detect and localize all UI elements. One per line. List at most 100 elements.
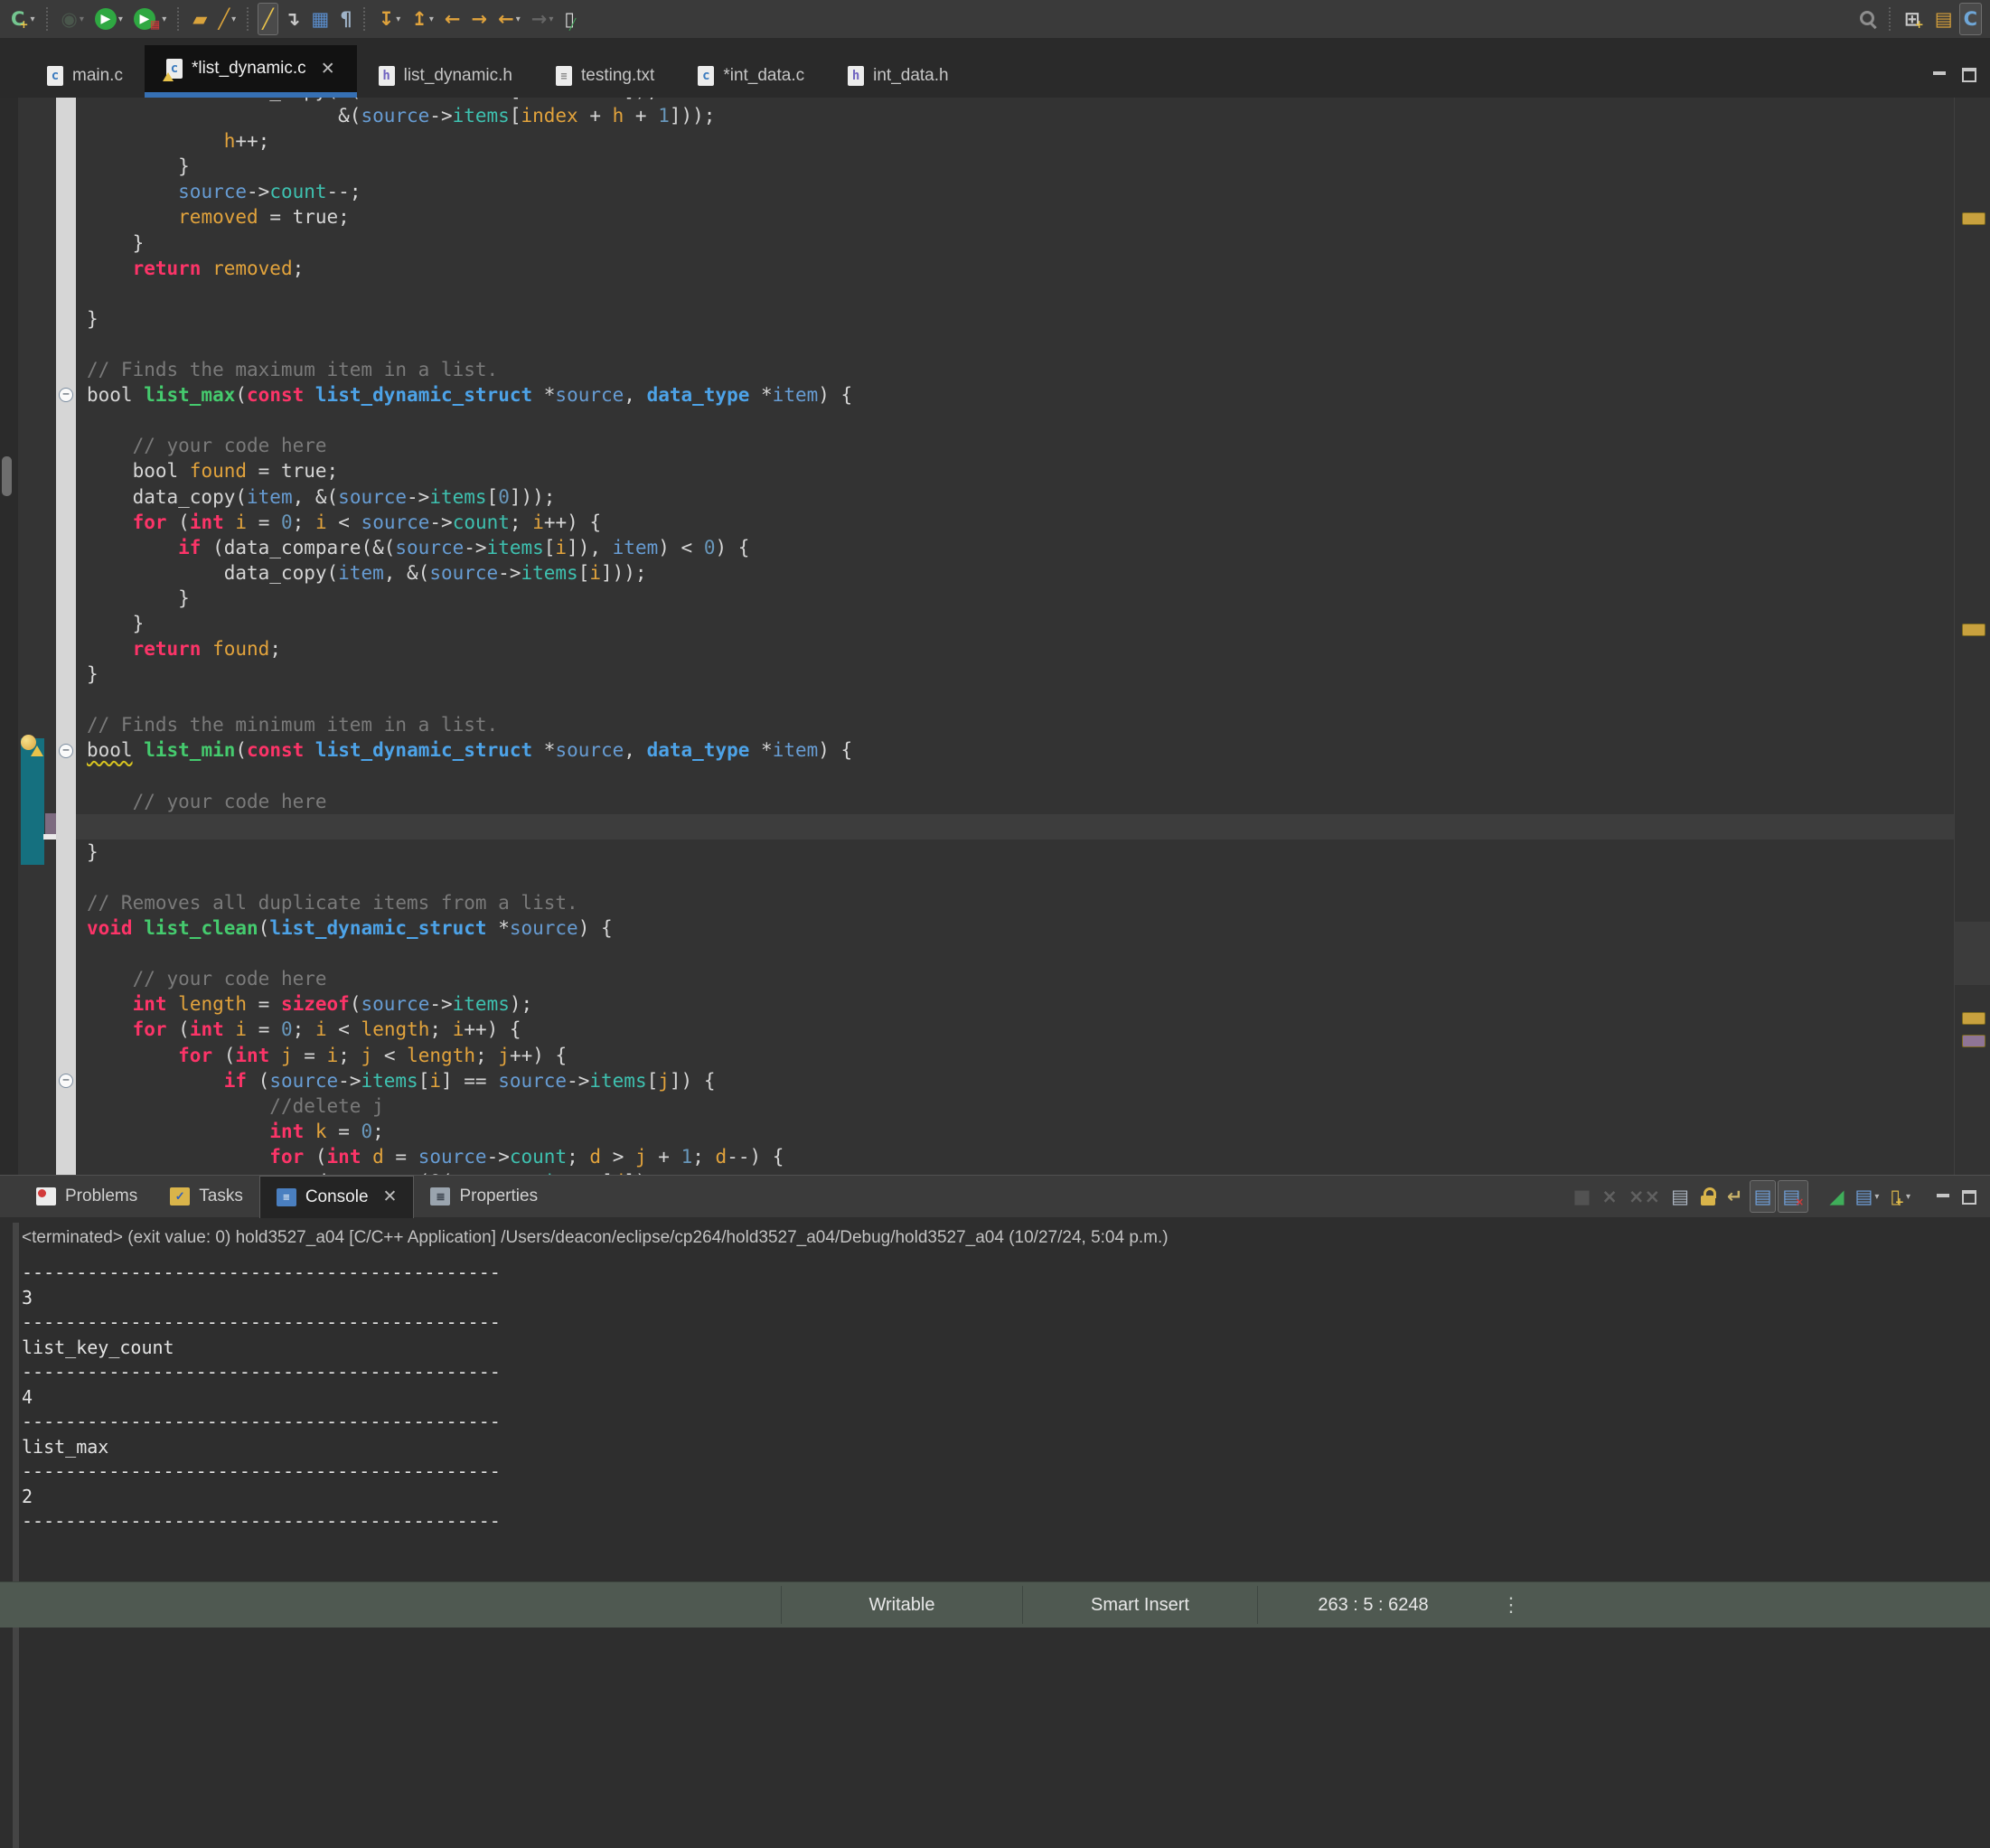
tab-label: *int_data.c: [723, 66, 805, 85]
open-task-icon[interactable]: ▰: [188, 3, 211, 35]
close-console-tab-icon[interactable]: ✕: [383, 1187, 398, 1207]
new-text-file-icon[interactable]: ▯ ╱: [559, 3, 580, 35]
minimize-editor-icon[interactable]: [1932, 67, 1947, 81]
back-icon[interactable]: ← ▾: [493, 3, 525, 35]
dropdown-arrow-icon[interactable]: ▾: [30, 14, 34, 24]
c-file-icon: c: [47, 66, 63, 86]
code-line: }: [87, 231, 145, 254]
mark-occurrences-icon[interactable]: ╱: [258, 3, 278, 35]
dropdown-arrow-icon[interactable]: ▾: [118, 14, 123, 24]
warning-lightbulb-icon[interactable]: [20, 733, 43, 756]
go-to-last-edit-icon[interactable]: ↥ ▾: [407, 3, 438, 35]
dropdown-arrow-icon[interactable]: ▾: [1906, 1192, 1910, 1202]
tab-main-c[interactable]: c main.c: [25, 54, 145, 98]
maximize-console-icon[interactable]: [1957, 1180, 1980, 1213]
code-viewport[interactable]: data_copy(&(source->items[index + h]), &…: [76, 98, 1954, 1175]
code-line: for (int d = source->count; d > j + 1; d…: [269, 1145, 784, 1168]
clear-console-icon[interactable]: ▤: [1666, 1180, 1694, 1213]
show-on-stdout-icon[interactable]: ▤: [1749, 1180, 1777, 1213]
open-console-icon[interactable]: ▯ + ▾: [1885, 1180, 1915, 1213]
back-history-icon[interactable]: ←: [440, 3, 465, 35]
show-on-stderr-icon[interactable]: ▤ ×: [1778, 1180, 1809, 1213]
dropdown-arrow-icon[interactable]: ▾: [162, 14, 166, 24]
code-line: return found;: [132, 638, 281, 661]
tab-int-data-c[interactable]: c *int_data.c: [676, 54, 826, 98]
folding-ruler[interactable]: − − −: [56, 98, 76, 1175]
code-text: data_copy(&(source->items[index + h]), &…: [76, 98, 1954, 1175]
forward-history-glyph: →: [471, 8, 488, 30]
profile-badge: ▦: [149, 18, 161, 31]
profile-icon[interactable]: ▶ ▦ ▾: [129, 3, 171, 35]
editor-area[interactable]: − − − data_copy(&(source->items[index + h]…: [0, 98, 1990, 1175]
console-tab-properties[interactable]: ≣ Properties: [414, 1176, 554, 1217]
code-line: void list_clean(list_dynamic_struct *sou…: [87, 917, 613, 940]
forward-history-icon[interactable]: →: [467, 3, 493, 35]
next-annotation-icon[interactable]: ↴: [280, 3, 305, 35]
console-output-line: ----------------------------------------…: [22, 1311, 501, 1333]
remove-launch-icon: ×: [1597, 1180, 1622, 1213]
cpp-perspective-icon[interactable]: C: [1958, 3, 1982, 35]
annotate-pen-icon[interactable]: ╱ ▾: [213, 3, 240, 35]
show-whitespace-icon[interactable]: ¶: [335, 3, 356, 35]
warning-marker[interactable]: [1962, 212, 1985, 225]
run-icon[interactable]: ▶ ▾: [90, 3, 127, 35]
debug-icon: ◉ ▾: [57, 3, 89, 35]
status-insert-mode[interactable]: Smart Insert: [1023, 1582, 1257, 1628]
dropdown-arrow-icon[interactable]: ▾: [1874, 1192, 1879, 1202]
toolbar-separator: [1889, 7, 1893, 31]
occurrence-marker[interactable]: [1962, 1035, 1985, 1047]
code-line: // Removes all duplicate items from a li…: [87, 892, 578, 914]
status-spacer: [0, 1582, 781, 1628]
search-icon[interactable]: [1854, 3, 1882, 35]
dropdown-arrow-icon[interactable]: ▾: [80, 14, 84, 24]
fold-collapse-icon[interactable]: −: [59, 388, 73, 403]
status-cursor-position[interactable]: 263 : 5 : 6248: [1258, 1582, 1488, 1628]
left-scroll-handle[interactable]: [2, 456, 12, 496]
scroll-lock-icon[interactable]: [1695, 1180, 1721, 1213]
tab-list-dynamic-c[interactable]: c *list_dynamic.c ✕: [144, 45, 357, 98]
last-edit-location-icon[interactable]: ↧ ▾: [374, 3, 406, 35]
code-line: data_copy(item, &(source->items[0]));: [87, 485, 556, 508]
code-line: // Finds the minimum item in a list.: [87, 714, 499, 736]
resource-perspective-icon[interactable]: ▤: [1930, 3, 1957, 35]
overview-ruler[interactable]: [1954, 98, 1990, 1175]
code-line: }: [87, 586, 190, 609]
tab-testing-txt[interactable]: ≡ testing.txt: [534, 54, 676, 98]
tab-list-dynamic-h[interactable]: h list_dynamic.h: [357, 54, 534, 98]
display-selected-console-icon[interactable]: ▤ ▾: [1850, 1180, 1883, 1213]
console-output[interactable]: ----------------------------------------…: [22, 1261, 1965, 1534]
overview-scroll-thumb[interactable]: [1955, 922, 1990, 985]
annotation-ruler[interactable]: [18, 98, 67, 1175]
fold-collapse-icon[interactable]: −: [59, 743, 73, 758]
code-line: data_copy(item, &(source->items[i]));: [87, 561, 647, 584]
new-c-project-icon[interactable]: C + ▾: [6, 3, 40, 35]
console-output-line: ----------------------------------------…: [22, 1361, 501, 1383]
tab-int-data-h[interactable]: h int_data.h: [826, 54, 970, 98]
dropdown-arrow-icon[interactable]: ▾: [429, 14, 434, 24]
open-element-icon[interactable]: ▦: [306, 3, 333, 35]
dropdown-arrow-icon[interactable]: ▾: [396, 14, 400, 24]
dropdown-arrow-icon[interactable]: ▾: [231, 14, 236, 24]
remove-all-terminated-icon: ××: [1624, 1180, 1665, 1213]
close-tab-icon[interactable]: ✕: [321, 59, 335, 80]
status-drag-handle[interactable]: ⋮: [1488, 1582, 1523, 1628]
console-tab-tasks[interactable]: ✓ Tasks: [154, 1176, 259, 1217]
word-wrap-icon[interactable]: ↵: [1722, 1180, 1748, 1213]
warning-marker[interactable]: [1962, 1012, 1985, 1025]
maximize-editor-icon[interactable]: [1961, 67, 1976, 82]
console-tab-problems[interactable]: Problems: [20, 1176, 154, 1217]
fold-collapse-icon[interactable]: −: [59, 1073, 73, 1088]
open-perspective-icon[interactable]: ⊞ +: [1900, 3, 1929, 35]
code-line: }: [87, 663, 99, 686]
minimize-console-icon[interactable]: [1931, 1180, 1955, 1213]
console-tab-console[interactable]: ≡ Console ✕: [258, 1175, 415, 1218]
pin-console-icon[interactable]: ◢: [1825, 1180, 1848, 1213]
dropdown-arrow-icon[interactable]: ▾: [549, 14, 553, 24]
next-annotation-glyph: ↴: [284, 8, 301, 30]
dropdown-arrow-icon[interactable]: ▾: [516, 14, 521, 24]
warning-marker[interactable]: [1962, 624, 1985, 636]
tab-label: int_data.h: [873, 66, 949, 85]
